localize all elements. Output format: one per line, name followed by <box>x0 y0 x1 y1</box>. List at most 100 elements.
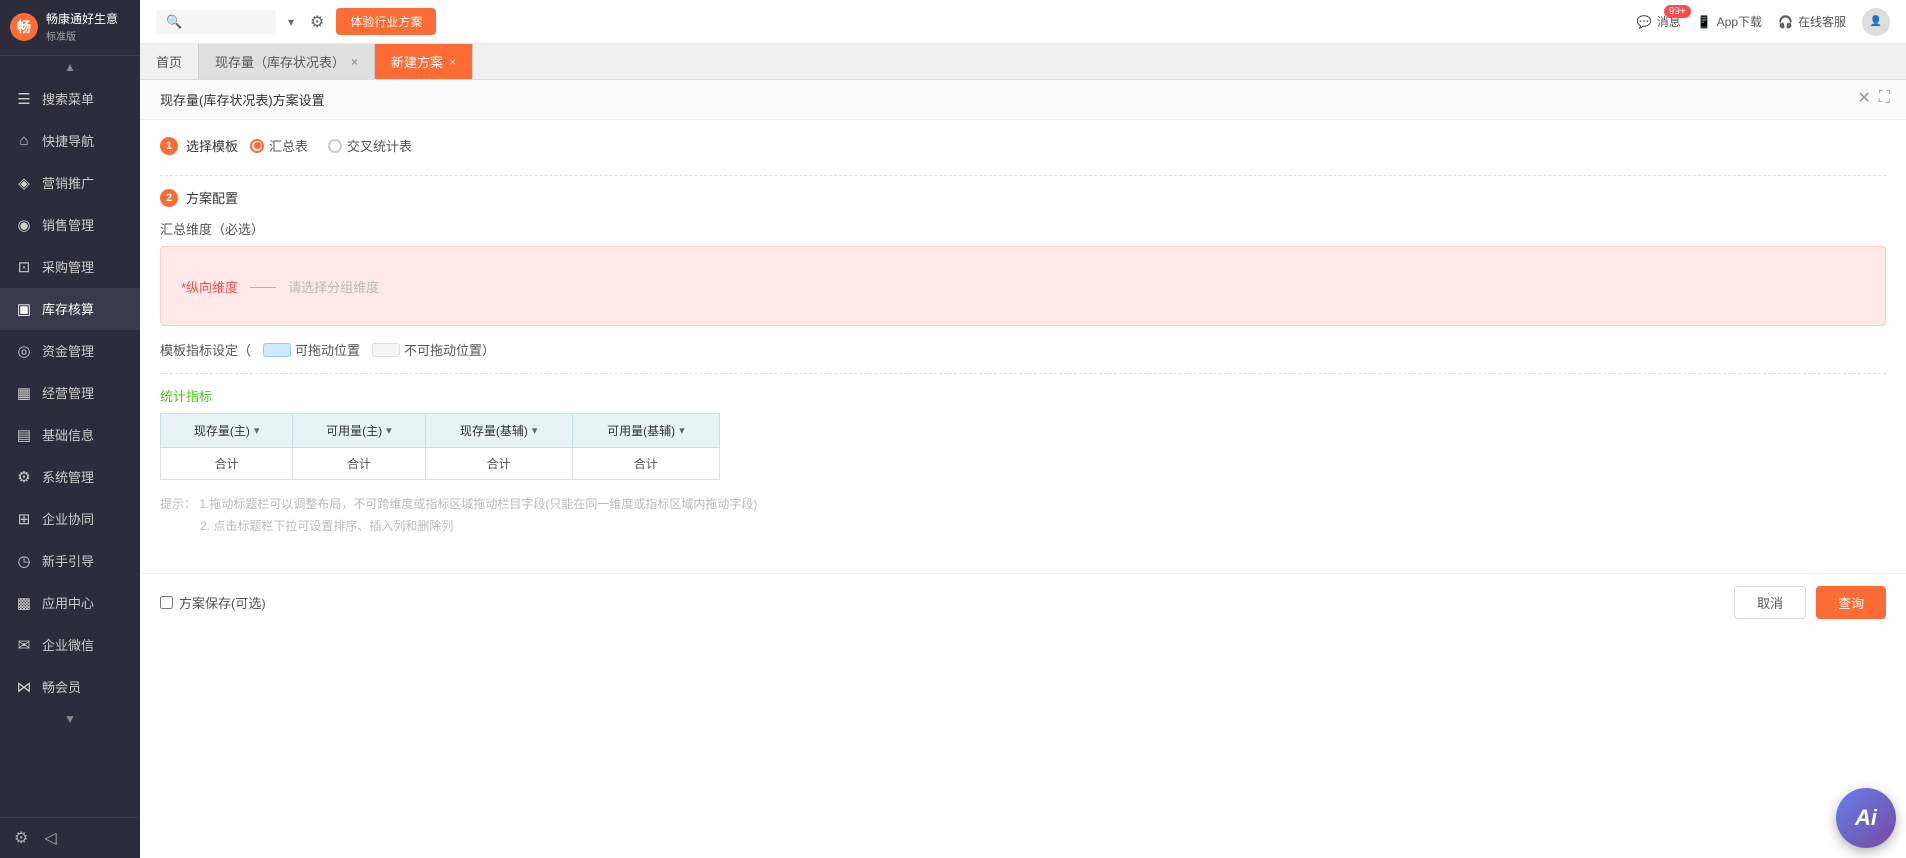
th-available-aux-label: 可用量(基辅) <box>607 422 675 439</box>
radio-cross-label: 交叉统计表 <box>347 136 412 155</box>
ai-bubble[interactable]: Ai <box>1836 788 1896 848</box>
th-current-aux[interactable]: 现存量(基辅) ▾ <box>425 414 572 448</box>
tab-home-label: 首页 <box>156 52 182 71</box>
topbar-right: 💬 消息 99+ 📱 App下载 🎧 在线客服 👤 <box>1637 8 1890 36</box>
tab-inventory-label: 现存量（库存状况表） <box>215 52 345 71</box>
enterprise-icon: ⊞ <box>14 509 34 529</box>
search-icon: 🔍 <box>166 14 182 30</box>
app-title: 畅康通好生意 <box>46 12 118 28</box>
settings-icon[interactable]: ⚙ <box>14 828 28 848</box>
table-row: 合计 合计 合计 合计 <box>161 448 720 480</box>
sidebar-item-marketing[interactable]: ◈ 营销推广 <box>0 162 140 204</box>
form-body: 1 选择模板 汇总表 交叉统计表 <box>140 120 1906 573</box>
chevron-current-main-icon[interactable]: ▾ <box>254 424 260 437</box>
tab-new-plan[interactable]: 新建方案 × <box>375 44 473 79</box>
th-available-main[interactable]: 可用量(主) ▾ <box>293 414 425 448</box>
topbar-dropdown[interactable]: ▾ <box>288 15 294 29</box>
sidebar-item-operations[interactable]: ▦ 经营管理 <box>0 372 140 414</box>
sidebar-item-wechat[interactable]: ✉ 企业微信 <box>0 624 140 666</box>
search-input[interactable] <box>188 15 268 29</box>
app-logo: 畅 畅康通好生意 标准版 <box>0 0 140 56</box>
tip-header: 提示： 1.拖动标题栏可以调整布局，不可跨维度或指标区域拖动栏目字段(只能在同一… <box>160 494 1886 516</box>
sidebar-scroll-down[interactable]: ▼ <box>0 708 140 730</box>
radio-cross[interactable]: 交叉统计表 <box>328 136 412 155</box>
panel-title: 现存量(库存状况表)方案设置 <box>160 93 325 108</box>
cell-0-1: 合计 <box>293 448 425 480</box>
radio-summary[interactable]: 汇总表 <box>250 136 308 155</box>
step2-section: 2 方案配置 汇总维度（必选） *纵向维度 —— 请选择分组维度 模板指标设定（ <box>160 188 1886 537</box>
dimension-placeholder: 请选择分组维度 <box>288 277 379 296</box>
sidebar-item-basic-info[interactable]: ▤ 基础信息 <box>0 414 140 456</box>
sidebar-item-label: 库存核算 <box>42 299 94 318</box>
step2-badge: 2 <box>160 189 178 207</box>
save-checkbox[interactable]: 方案保存(可选) <box>160 593 266 612</box>
radio-summary-label: 汇总表 <box>269 136 308 155</box>
cancel-button[interactable]: 取消 <box>1734 586 1806 619</box>
sidebar-item-search-menu[interactable]: ☰ 搜索菜单 <box>0 78 140 120</box>
dimension-box[interactable]: *纵向维度 —— 请选择分组维度 <box>160 246 1886 326</box>
sidebar-item-app-center[interactable]: ▩ 应用中心 <box>0 582 140 624</box>
sidebar-item-member[interactable]: ⋈ 畅会员 <box>0 666 140 708</box>
message-badge: 99+ <box>1664 5 1691 18</box>
sidebar-item-purchase[interactable]: ⊡ 采购管理 <box>0 246 140 288</box>
sidebar-item-system[interactable]: ⚙ 系统管理 <box>0 456 140 498</box>
ai-label: Ai <box>1855 805 1877 831</box>
step1-section: 1 选择模板 汇总表 交叉统计表 <box>160 136 1886 155</box>
tab-new-plan-label: 新建方案 <box>391 52 443 71</box>
divider-2 <box>160 373 1886 374</box>
finance-icon: ◎ <box>14 341 34 361</box>
draggable-box <box>263 343 291 357</box>
sidebar-item-newbie[interactable]: ◷ 新手引导 <box>0 540 140 582</box>
tab-new-plan-close[interactable]: × <box>449 55 456 69</box>
dimension-arrow: —— <box>250 279 276 294</box>
main-panel: 现存量(库存状况表)方案设置 ✕ ⛶ 1 选择模板 <box>140 80 1906 858</box>
th-available-main-label: 可用量(主) <box>326 422 382 439</box>
tab-inventory-close[interactable]: × <box>351 55 358 69</box>
online-service-group[interactable]: 🎧 在线客服 <box>1778 13 1846 30</box>
query-button[interactable]: 查询 <box>1816 586 1886 619</box>
save-checkbox-input[interactable] <box>160 596 173 609</box>
speaker-icon[interactable]: ◁ <box>44 828 56 848</box>
logo-icon: 畅 <box>10 13 38 41</box>
experience-btn[interactable]: 体验行业方案 <box>336 8 436 35</box>
tabs-bar: 首页 现存量（库存状况表） × 新建方案 × <box>140 44 1906 80</box>
search-box[interactable]: 🔍 <box>156 10 276 34</box>
chevron-available-main-icon[interactable]: ▾ <box>386 424 392 437</box>
sidebar-item-quick-nav[interactable]: ⌂ 快捷导航 <box>0 120 140 162</box>
topbar-settings-icon[interactable]: ⚙ <box>310 12 324 32</box>
search-menu-icon: ☰ <box>14 89 34 109</box>
cell-0-0: 合计 <box>161 448 293 480</box>
sidebar-item-label: 企业微信 <box>42 635 94 654</box>
step1-badge: 1 <box>160 137 178 155</box>
chevron-down-icon: ▾ <box>288 15 294 29</box>
sidebar-item-label: 采购管理 <box>42 257 94 276</box>
avatar[interactable]: 👤 <box>1862 8 1890 36</box>
operations-icon: ▦ <box>14 383 34 403</box>
close-panel-button[interactable]: ✕ <box>1857 88 1870 108</box>
template-settings: 模板指标设定（ 可拖动位置 不可拖动位置） <box>160 340 1886 359</box>
step1-title: 选择模板 <box>186 136 238 155</box>
sales-icon: ◉ <box>14 215 34 235</box>
message-group[interactable]: 💬 消息 99+ <box>1637 13 1681 30</box>
th-current-main-label: 现存量(主) <box>194 422 250 439</box>
app-center-icon: ▩ <box>14 593 34 613</box>
chevron-current-aux-icon[interactable]: ▾ <box>532 424 538 437</box>
tip-section: 提示： 1.拖动标题栏可以调整布局，不可跨维度或指标区域拖动栏目字段(只能在同一… <box>160 494 1886 537</box>
non-draggable-box <box>372 343 400 357</box>
sidebar-item-sales[interactable]: ◉ 销售管理 <box>0 204 140 246</box>
member-icon: ⋈ <box>14 677 34 697</box>
chevron-available-aux-icon[interactable]: ▾ <box>679 424 685 437</box>
sidebar-item-finance[interactable]: ◎ 资金管理 <box>0 330 140 372</box>
tab-inventory-status[interactable]: 现存量（库存状况表） × <box>199 44 375 79</box>
tab-home[interactable]: 首页 <box>140 44 199 79</box>
cell-0-2: 合计 <box>425 448 572 480</box>
th-available-aux[interactable]: 可用量(基辅) ▾ <box>572 414 719 448</box>
sidebar-item-label: 快捷导航 <box>42 131 94 150</box>
th-current-main[interactable]: 现存量(主) ▾ <box>161 414 293 448</box>
sidebar-item-inventory[interactable]: ▣ 库存核算 <box>0 288 140 330</box>
sidebar-item-enterprise[interactable]: ⊞ 企业协同 <box>0 498 140 540</box>
radio-summary-circle <box>250 139 264 153</box>
sidebar-scroll-up[interactable]: ▲ <box>0 56 140 78</box>
expand-panel-button[interactable]: ⛶ <box>1879 88 1890 108</box>
app-download-group[interactable]: 📱 App下载 <box>1697 13 1762 30</box>
